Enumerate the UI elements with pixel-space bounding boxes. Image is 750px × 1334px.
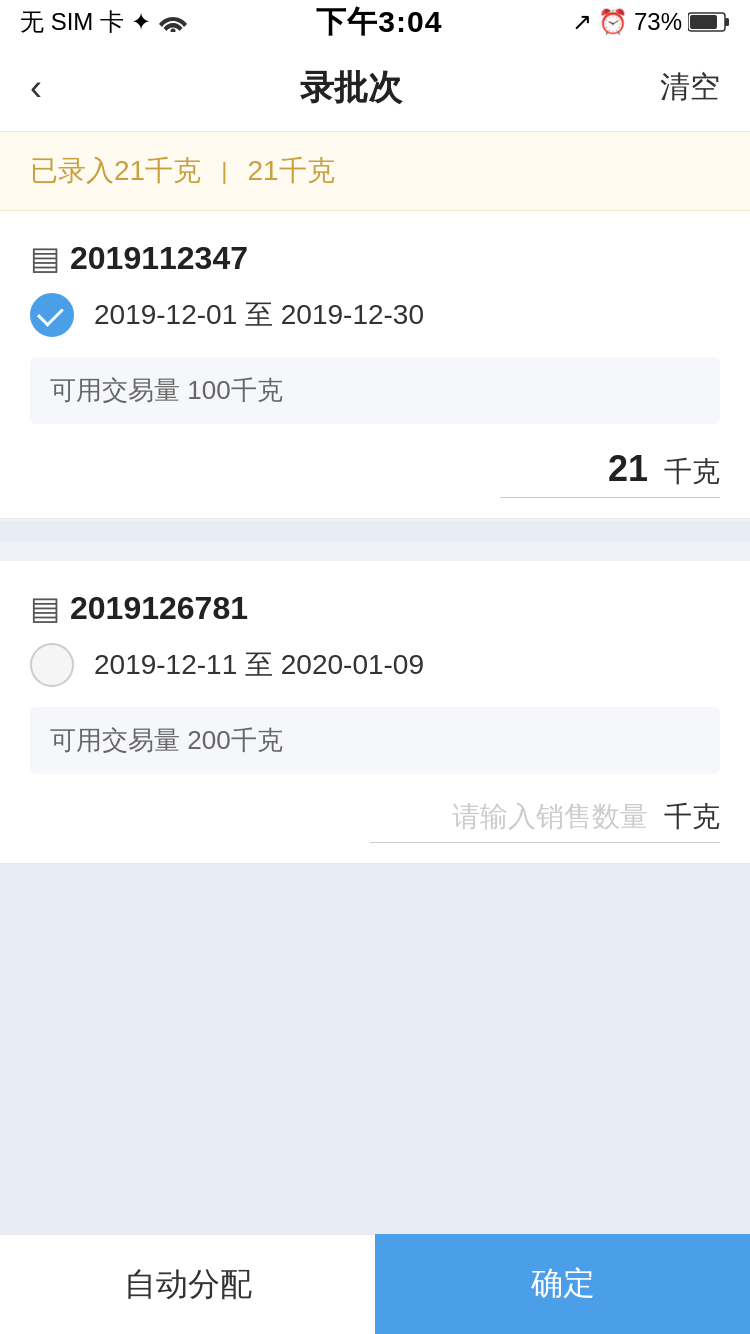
- batch2-date-row[interactable]: 2019-12-11 至 2020-01-09: [30, 643, 720, 687]
- batch1-available: 可用交易量 100千克: [30, 357, 720, 424]
- status-bar: 无 SIM 卡 ✦ 下午3:04 ↗ ⏰ 73%: [0, 0, 750, 44]
- batch1-date: 2019-12-01 至 2019-12-30: [94, 296, 424, 334]
- batch2-id: 2019126781: [70, 590, 248, 627]
- batch2-icon: ▤: [30, 589, 60, 627]
- info-divider-icon: |: [221, 157, 227, 185]
- batch2-card: ▤ 2019126781 2019-12-11 至 2020-01-09 可用交…: [0, 561, 750, 864]
- batch1-icon: ▤: [30, 239, 60, 277]
- batch2-radio[interactable]: [30, 643, 74, 687]
- page-title: 录批次: [300, 65, 402, 111]
- batch1-card: ▤ 2019112347 2019-12-01 至 2019-12-30 可用交…: [0, 211, 750, 519]
- nav-bar: ‹ 录批次 清空: [0, 44, 750, 132]
- status-time: 下午3:04: [316, 2, 442, 43]
- status-right: ↗ ⏰ 73%: [572, 8, 730, 36]
- batch2-date: 2019-12-11 至 2020-01-09: [94, 646, 424, 684]
- auto-distribute-button[interactable]: 自动分配: [0, 1234, 375, 1334]
- batch1-id: 2019112347: [70, 240, 248, 277]
- back-button[interactable]: ‹: [30, 67, 42, 109]
- wifi-icon: [159, 12, 187, 32]
- info-value: 21千克: [247, 152, 334, 190]
- batch2-input-row: 请输入销售数量 千克: [0, 774, 750, 864]
- svg-rect-2: [725, 18, 729, 26]
- batch2-input-placeholder[interactable]: 请输入销售数量: [452, 798, 648, 836]
- section-separator: [0, 521, 750, 541]
- batch2-available: 可用交易量 200千克: [30, 707, 720, 774]
- batch1-date-row[interactable]: 2019-12-01 至 2019-12-30: [30, 293, 720, 337]
- batch1-id-row: ▤ 2019112347: [30, 239, 720, 277]
- batch2-input-unit: 千克: [664, 798, 720, 836]
- confirm-button[interactable]: 确定: [375, 1234, 750, 1334]
- location-icon: ↗: [572, 8, 592, 36]
- battery-icon: [688, 11, 730, 33]
- batch2-id-row: ▤ 2019126781: [30, 589, 720, 627]
- svg-rect-3: [690, 15, 717, 29]
- recorded-label: 已录入21千克: [30, 152, 201, 190]
- battery-text: 73%: [634, 8, 682, 36]
- svg-point-0: [170, 29, 175, 33]
- clock-icon: ⏰: [598, 8, 628, 36]
- batch1-quantity-row: 21 千克: [0, 424, 750, 519]
- bottom-bar: 自动分配 确定: [0, 1234, 750, 1334]
- status-left: 无 SIM 卡 ✦: [20, 6, 187, 38]
- no-sim-text: 无 SIM 卡 ✦: [20, 6, 151, 38]
- batch1-underline: [500, 497, 720, 498]
- main-content: 已录入21千克 | 21千克 ▤ 2019112347 2019-12-01 至…: [0, 132, 750, 1334]
- info-banner: 已录入21千克 | 21千克: [0, 132, 750, 211]
- batch1-quantity-unit: 千克: [664, 453, 720, 491]
- batch1-radio[interactable]: [30, 293, 74, 337]
- clear-button[interactable]: 清空: [660, 67, 720, 108]
- batch2-underline: [370, 842, 720, 843]
- batch1-quantity-value[interactable]: 21: [608, 448, 648, 490]
